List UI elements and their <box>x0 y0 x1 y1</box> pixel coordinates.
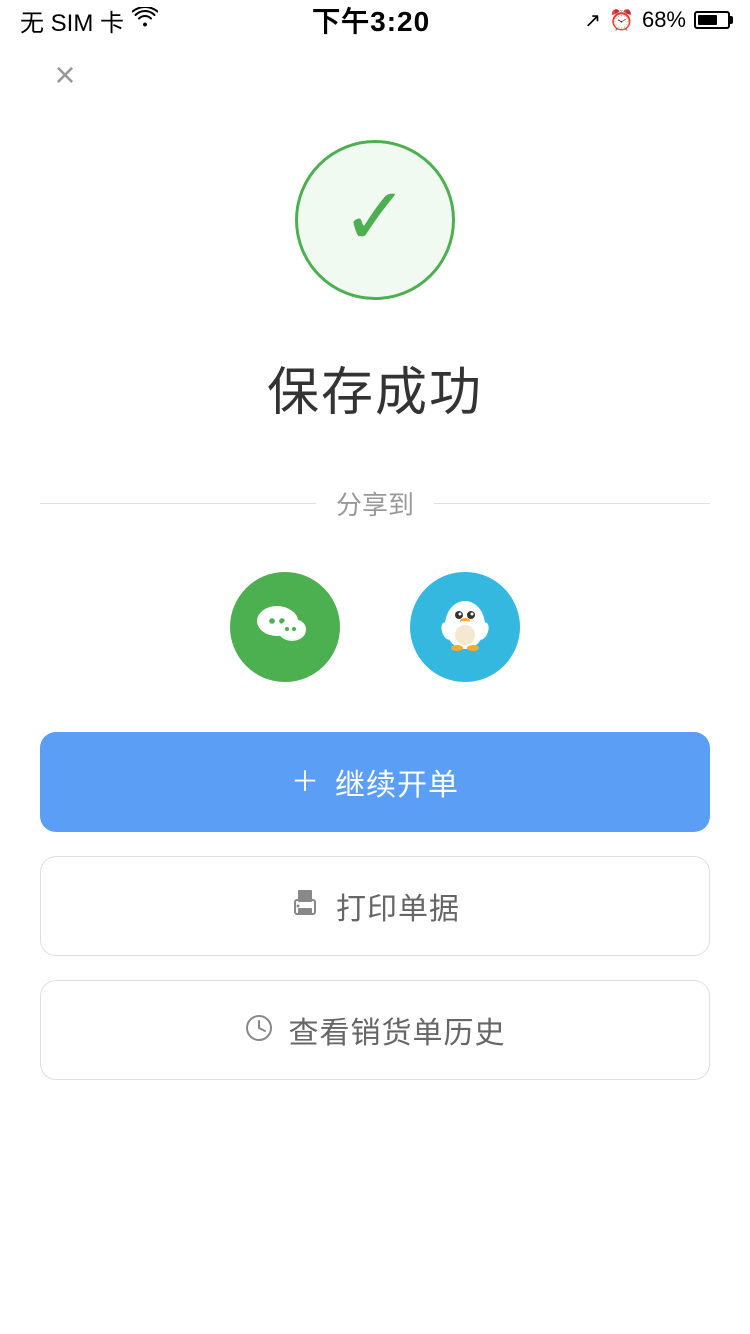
location-icon: ↗ <box>584 8 601 33</box>
main-content: ✓ 保存成功 分享到 <box>0 40 750 1080</box>
qq-icon <box>435 595 495 660</box>
plus-icon: ＋ <box>291 768 319 796</box>
status-right: ↗ ⏰ 68% <box>584 7 730 33</box>
share-label: 分享到 <box>336 485 414 522</box>
status-bar: 无 SIM 卡 下午3:20 ↗ ⏰ 68% <box>0 0 750 40</box>
battery-icon <box>694 11 730 29</box>
action-buttons: ＋ 继续开单 打印单据 查看销货单历史 <box>0 732 750 1080</box>
qq-share-button[interactable] <box>410 572 520 682</box>
checkmark-icon: ✓ <box>341 177 408 257</box>
wechat-icon <box>253 595 318 660</box>
print-button[interactable]: 打印单据 <box>40 856 710 956</box>
status-left: 无 SIM 卡 <box>20 3 158 38</box>
history-label: 查看销货单历史 <box>289 1008 506 1052</box>
history-icon <box>245 1014 273 1047</box>
status-time: 下午3:20 <box>312 0 430 40</box>
share-icons <box>40 572 710 682</box>
sim-status: 无 SIM 卡 <box>20 3 124 38</box>
continue-order-button[interactable]: ＋ 继续开单 <box>40 732 710 832</box>
share-divider: 分享到 <box>40 485 710 522</box>
success-title: 保存成功 <box>267 350 483 425</box>
print-icon <box>290 890 320 923</box>
continue-order-label: 继续开单 <box>335 760 459 804</box>
close-button[interactable]: × <box>40 50 90 100</box>
close-icon: × <box>54 57 75 93</box>
wechat-share-button[interactable] <box>230 572 340 682</box>
share-section: 分享到 <box>0 485 750 682</box>
battery-percent: 68% <box>642 7 686 33</box>
success-indicator: ✓ <box>295 140 455 300</box>
wifi-icon <box>132 7 158 33</box>
alarm-icon: ⏰ <box>609 8 634 33</box>
print-label: 打印单据 <box>336 884 460 928</box>
history-button[interactable]: 查看销货单历史 <box>40 980 710 1080</box>
